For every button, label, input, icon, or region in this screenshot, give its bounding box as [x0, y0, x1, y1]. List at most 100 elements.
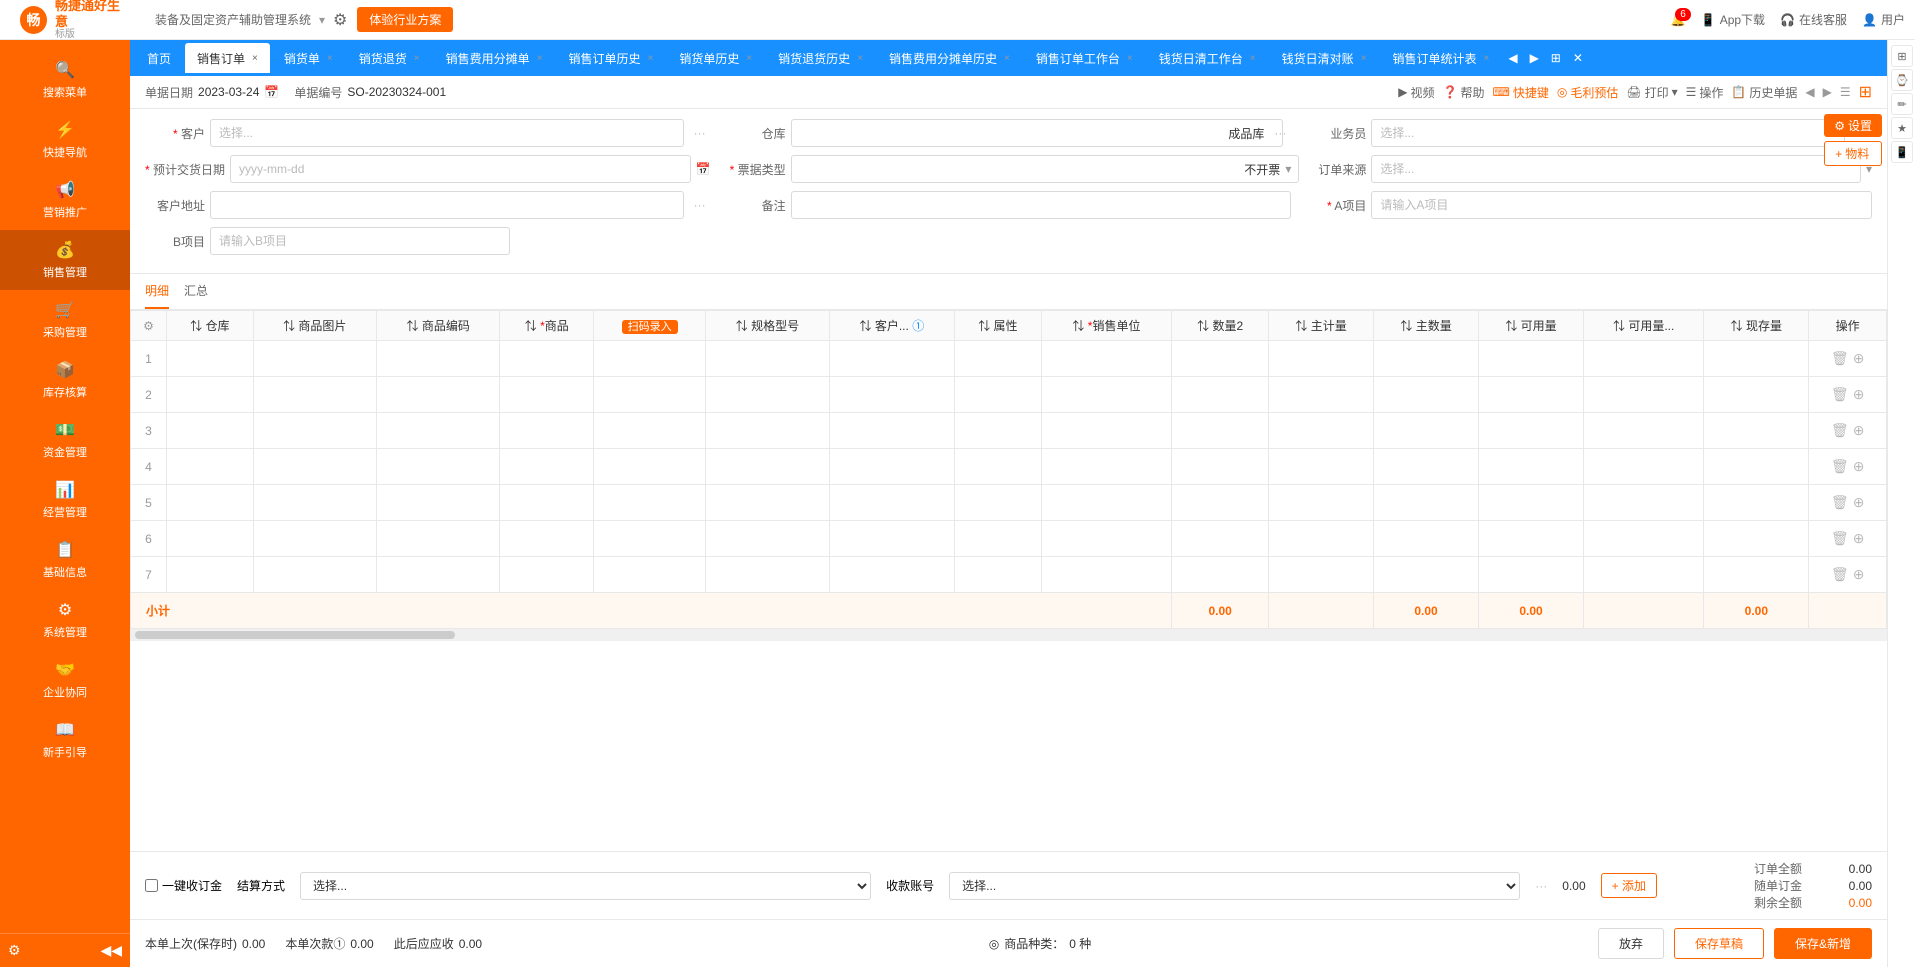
right-sidebar-btn-5[interactable]: 📱	[1891, 141, 1913, 163]
row-main-qty-cell[interactable]	[1374, 341, 1479, 377]
copy-row-btn[interactable]: ⊕	[1853, 566, 1865, 583]
app-download-btn[interactable]: 📱 App下载	[1701, 11, 1765, 28]
sidebar-item-system[interactable]: ⚙ 系统管理	[0, 590, 130, 650]
sidebar-item-guide[interactable]: 📖 新手引导	[0, 710, 130, 770]
project-a-input[interactable]	[1371, 191, 1872, 219]
delete-row-btn[interactable]: 🗑	[1831, 566, 1849, 583]
list-view-icon[interactable]: ☰	[1840, 85, 1851, 99]
sidebar-item-purchase[interactable]: 🛒 采购管理	[0, 290, 130, 350]
experience-button[interactable]: 体验行业方案	[357, 7, 453, 32]
customer-address-input[interactable]	[210, 191, 684, 219]
shortcut-btn[interactable]: ⌨ 快捷键	[1492, 84, 1548, 101]
order-source-input[interactable]	[1371, 155, 1861, 183]
row-available-cell[interactable]	[1479, 341, 1584, 377]
row-unit-cell[interactable]	[1041, 341, 1172, 377]
sidebar-item-inventory[interactable]: 📦 库存核算	[0, 350, 130, 410]
table-tab-detail[interactable]: 明细	[145, 274, 169, 309]
settings-button[interactable]: ⚙ 设置	[1824, 114, 1882, 137]
print-btn[interactable]: 🖨 打印 ▾	[1626, 84, 1677, 101]
tab-sales-goods[interactable]: 销货单 ×	[272, 43, 345, 73]
tab-sales-order-workbench[interactable]: 销售订单工作台 ×	[1024, 43, 1145, 73]
sidebar-item-marketing[interactable]: 📢 营销推广	[0, 170, 130, 230]
row-goods-cell[interactable]	[500, 341, 594, 377]
delete-row-btn[interactable]: 🗑	[1831, 530, 1849, 547]
tab-cash-workbench[interactable]: 钱货日清工作台 ×	[1147, 43, 1268, 73]
remark-input[interactable]	[791, 191, 1292, 219]
payment-method-select[interactable]: 选择...	[300, 872, 871, 900]
more-receipt-icon[interactable]: ···	[1535, 879, 1547, 893]
tab-close-icon[interactable]: ×	[1004, 53, 1010, 64]
tab-sales-statistics[interactable]: 销售订单统计表 ×	[1380, 43, 1501, 73]
delivery-date-calendar-icon[interactable]: 📅	[696, 162, 711, 176]
system-dropdown-icon[interactable]: ▾	[319, 13, 325, 27]
quick-pay-checkbox[interactable]	[145, 879, 158, 892]
sidebar-item-quicknav[interactable]: ⚡ 快捷导航	[0, 110, 130, 170]
tab-close-all-icon[interactable]: ✕	[1568, 51, 1588, 65]
tab-sales-order[interactable]: 销售订单 ×	[185, 43, 270, 73]
warehouse-more-icon[interactable]: ···	[1269, 126, 1291, 140]
delete-row-btn[interactable]: 🗑	[1831, 494, 1849, 511]
sidebar-item-enterprise[interactable]: 🤝 企业协同	[0, 650, 130, 710]
discard-button[interactable]: 放弃	[1598, 928, 1664, 959]
right-sidebar-btn-4[interactable]: ★	[1891, 117, 1913, 139]
row-code-cell[interactable]	[376, 341, 499, 377]
row-current-stock-cell[interactable]	[1704, 341, 1809, 377]
notification-wrap[interactable]: 🔔 6	[1671, 13, 1686, 27]
tab-close-icon[interactable]: ×	[857, 53, 863, 64]
tab-sales-fee[interactable]: 销售费用分摊单 ×	[434, 43, 555, 73]
right-sidebar-btn-2[interactable]: ⌚	[1891, 69, 1913, 91]
row-main-unit-cell[interactable]	[1269, 341, 1374, 377]
help-btn[interactable]: ❓ 帮助	[1443, 84, 1485, 101]
table-column-settings-icon[interactable]: ⚙	[143, 319, 154, 333]
row-qty2-cell[interactable]	[1172, 341, 1269, 377]
sidebar-item-sales[interactable]: 💰 销售管理	[0, 230, 130, 290]
scrollbar-thumb[interactable]	[135, 631, 455, 639]
copy-row-btn[interactable]: ⊕	[1853, 530, 1865, 547]
project-b-input[interactable]	[210, 227, 510, 255]
horizontal-scrollbar[interactable]	[130, 629, 1887, 641]
delete-row-btn[interactable]: 🗑	[1831, 458, 1849, 475]
customer-input[interactable]	[210, 119, 684, 147]
staff-input[interactable]	[1371, 119, 1845, 147]
warehouse-input[interactable]	[791, 119, 1284, 147]
settings-gear-icon[interactable]: ⚙	[333, 10, 347, 30]
row-customer-code-cell[interactable]	[829, 341, 954, 377]
history-btn[interactable]: 📋 历史单据	[1731, 84, 1797, 101]
prev-record-icon[interactable]: ◀	[1805, 85, 1814, 99]
row-available2-cell[interactable]	[1584, 341, 1704, 377]
tab-next-icon[interactable]: ▶	[1525, 51, 1544, 65]
right-sidebar-btn-1[interactable]: ⊞	[1891, 45, 1913, 67]
tab-close-icon[interactable]: ×	[537, 53, 543, 64]
copy-row-btn[interactable]: ⊕	[1853, 494, 1865, 511]
tab-cash-reconcile[interactable]: 钱货日清对账 ×	[1270, 43, 1379, 73]
delivery-date-input[interactable]	[230, 155, 691, 183]
sidebar-item-basic-info[interactable]: 📋 基础信息	[0, 530, 130, 590]
calendar-icon[interactable]: 📅	[264, 85, 279, 99]
row-warehouse-cell[interactable]	[167, 341, 254, 377]
tab-home[interactable]: 首页	[135, 43, 183, 73]
copy-row-btn[interactable]: ⊕	[1853, 458, 1865, 475]
online-service-btn[interactable]: 🎧 在线客服	[1780, 11, 1847, 28]
tab-close-icon[interactable]: ×	[1250, 53, 1256, 64]
tab-expand-icon[interactable]: ⊞	[1546, 51, 1566, 65]
address-more-icon[interactable]: ···	[689, 198, 711, 212]
tab-close-icon[interactable]: ×	[647, 53, 653, 64]
view-btn[interactable]: ▶ 视频	[1398, 84, 1434, 101]
tab-sales-return-history[interactable]: 销货退货历史 ×	[766, 43, 875, 73]
sidebar-item-search[interactable]: 🔍 搜索菜单	[0, 50, 130, 110]
delete-row-btn[interactable]: 🗑	[1831, 350, 1849, 367]
table-th-settings[interactable]: ⚙	[131, 311, 167, 341]
row-attribute-cell[interactable]	[955, 341, 1042, 377]
sidebar-settings-icon[interactable]: ⚙	[8, 942, 21, 959]
table-tab-summary[interactable]: 汇总	[184, 274, 208, 309]
copy-row-btn[interactable]: ⊕	[1853, 350, 1865, 367]
tab-sales-return[interactable]: 销货退货 ×	[347, 43, 432, 73]
profit-btn[interactable]: ◎ 毛利预估	[1557, 84, 1619, 101]
tab-close-icon[interactable]: ×	[414, 53, 420, 64]
copy-row-btn[interactable]: ⊕	[1853, 386, 1865, 403]
tab-close-icon[interactable]: ×	[252, 53, 258, 64]
tab-close-icon[interactable]: ×	[1361, 53, 1367, 64]
sidebar-collapse-icon[interactable]: ◀◀	[100, 942, 122, 959]
row-spec-cell[interactable]	[706, 341, 829, 377]
ticket-type-input[interactable]	[791, 155, 1300, 183]
